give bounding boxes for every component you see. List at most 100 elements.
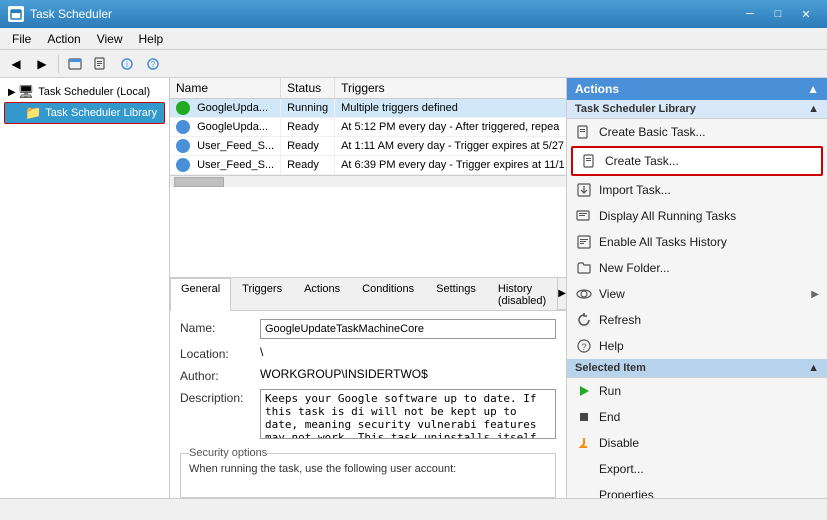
app-icon [8,6,24,22]
action-help[interactable]: ? Help [567,333,827,359]
create-basic-icon [575,123,593,141]
action-disable[interactable]: Disable [567,430,827,456]
toolbar-btn1[interactable] [63,53,87,75]
tree-icon-local: 🖥 [18,84,35,100]
toolbar-forward[interactable]: ▶ [30,53,54,75]
tab-conditions[interactable]: Conditions [351,278,425,311]
create-task-label: Create Task... [605,154,679,168]
tab-scroll-btn[interactable]: ▶ [557,278,566,310]
table-row[interactable]: GoogleUpda... Running Multiple triggers … [170,99,566,118]
import-task-label: Import Task... [599,183,671,197]
task-table: Name Status Triggers GoogleUpda... Runni… [170,78,566,175]
action-view[interactable]: View ▶ [567,281,827,307]
tree-item-library[interactable]: 📁 Task Scheduler Library [4,102,165,124]
form-row-location: Location: \ [180,345,556,361]
properties-icon [575,486,593,498]
description-label: Description: [180,389,260,405]
name-input[interactable] [260,319,556,339]
col-name[interactable]: Name [170,78,281,99]
minimize-button[interactable]: ─ [737,4,763,24]
task-icon-3 [176,139,190,153]
toolbar-back[interactable]: ◀ [4,53,28,75]
window-controls: ─ □ ✕ [737,4,819,24]
tab-history[interactable]: History (disabled) [487,278,557,311]
table-row[interactable]: User_Feed_S... Ready At 6:39 PM every da… [170,156,566,175]
view-label: View [599,287,625,301]
close-button[interactable]: ✕ [793,4,819,24]
tab-general[interactable]: General [170,278,231,311]
cell-name-1: GoogleUpda... [170,99,281,118]
tab-settings[interactable]: Settings [425,278,487,311]
tree-item-local[interactable]: ▶ 🖥 Task Scheduler (Local) [4,82,165,102]
refresh-label: Refresh [599,313,641,327]
library-subheader: Task Scheduler Library ▲ [567,100,827,119]
disable-label: Disable [599,436,639,450]
cell-status-1: Running [281,99,335,118]
action-create-task[interactable]: Create Task... [571,146,823,176]
svg-text:?: ? [581,342,586,352]
actions-title: Actions [575,82,619,96]
tree-label-local: Task Scheduler (Local) [38,86,150,98]
menu-view[interactable]: View [89,30,131,48]
toolbar-btn3[interactable]: i [115,53,139,75]
end-label: End [599,410,620,424]
col-triggers[interactable]: Triggers [335,78,566,99]
enable-history-label: Enable All Tasks History [599,235,727,249]
action-export[interactable]: Export... [567,456,827,482]
action-end[interactable]: End [567,404,827,430]
table-row[interactable]: GoogleUpda... Ready At 5:12 PM every day… [170,118,566,137]
refresh-icon [575,311,593,329]
view-arrow: ▶ [811,289,819,300]
description-textarea[interactable]: Keeps your Google software up to date. I… [260,389,556,439]
task-list[interactable]: Name Status Triggers GoogleUpda... Runni… [170,78,566,278]
security-legend: Security options [189,447,267,459]
tab-actions[interactable]: Actions [293,278,351,311]
selected-collapse[interactable]: ▲ [808,362,819,374]
task-icon-1 [176,101,190,115]
security-spacer [189,475,547,493]
tree-label-library: Task Scheduler Library [45,107,157,119]
display-running-icon [575,207,593,225]
tab-triggers[interactable]: Triggers [231,278,293,311]
toolbar-separator-1 [58,55,59,73]
library-title: Task Scheduler Library [575,103,696,115]
detail-tabs: General Triggers Actions Conditions Sett… [170,278,566,311]
h-scrollbar[interactable] [170,175,566,187]
action-import-task[interactable]: Import Task... [567,177,827,203]
properties-label: Properties [599,488,654,498]
run-label: Run [599,384,621,398]
action-run[interactable]: Run [567,378,827,404]
toolbar-btn4[interactable]: ? [141,53,165,75]
maximize-button[interactable]: □ [765,4,791,24]
create-task-icon [581,152,599,170]
enable-history-icon [575,233,593,251]
view-icon [575,285,593,303]
cell-triggers-1: Multiple triggers defined [335,99,566,118]
cell-triggers-2: At 5:12 PM every day - After triggered, … [335,118,566,137]
col-status[interactable]: Status [281,78,335,99]
scrollbar-thumb [174,177,224,187]
menu-action[interactable]: Action [39,30,88,48]
tree-icon-library: 📁 [25,105,41,121]
action-new-folder[interactable]: New Folder... [567,255,827,281]
export-icon [575,460,593,478]
action-enable-history[interactable]: Enable All Tasks History [567,229,827,255]
toolbar-btn2[interactable] [89,53,113,75]
cell-status-3: Ready [281,137,335,156]
action-refresh[interactable]: Refresh [567,307,827,333]
menu-help[interactable]: Help [131,30,172,48]
disable-icon [575,434,593,452]
cell-status-4: Ready [281,156,335,175]
action-display-running[interactable]: Display All Running Tasks [567,203,827,229]
detail-panel: General Triggers Actions Conditions Sett… [170,278,566,498]
create-basic-label: Create Basic Task... [599,125,706,139]
action-properties[interactable]: Properties [567,482,827,498]
actions-panel: Actions ▲ Task Scheduler Library ▲ Creat… [567,78,827,498]
cell-name-2: GoogleUpda... [170,118,281,137]
library-collapse[interactable]: ▲ [808,103,819,115]
menu-file[interactable]: File [4,30,39,48]
actions-scroll-up[interactable]: ▲ [807,82,819,96]
action-create-basic[interactable]: Create Basic Task... [567,119,827,145]
table-row[interactable]: User_Feed_S... Ready At 1:11 AM every da… [170,137,566,156]
selected-title: Selected Item [575,362,646,374]
